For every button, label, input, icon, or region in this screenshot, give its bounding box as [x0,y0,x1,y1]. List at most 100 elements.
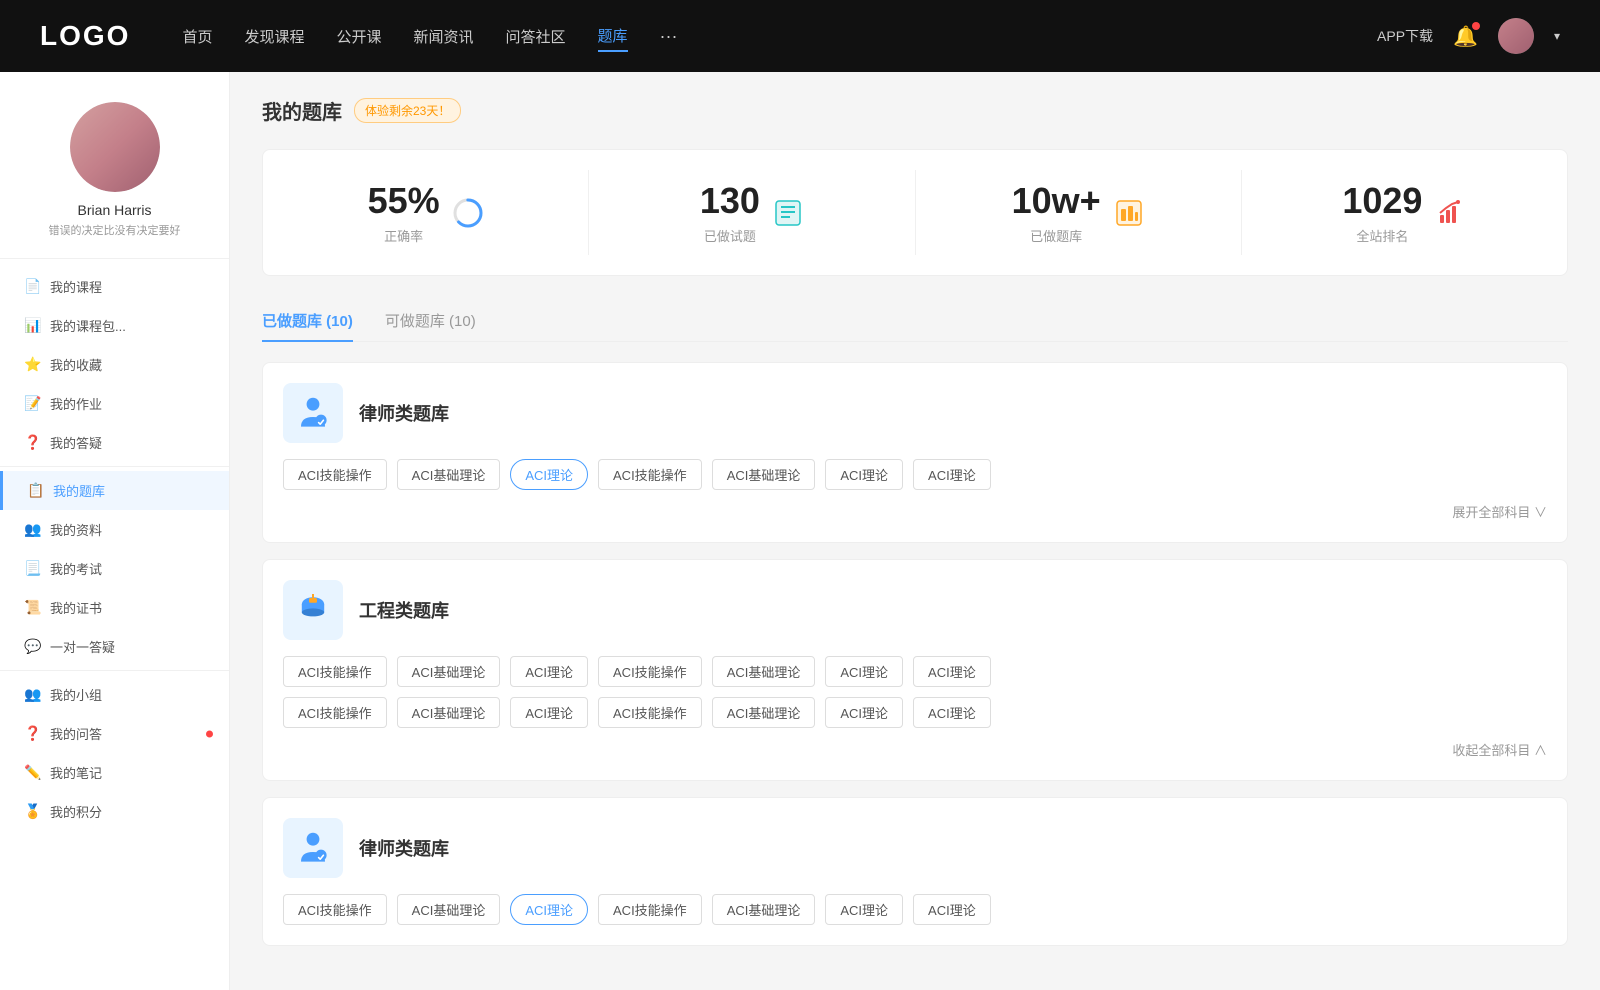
bank-tag[interactable]: ACI基础理论 [712,894,816,925]
bank-tag[interactable]: ACI技能操作 [598,894,702,925]
sidebar-item-qa[interactable]: ❓ 我的答疑 [0,423,229,462]
bank-tag[interactable]: ACI理论 [913,697,991,728]
questions-label: 已做试题 [700,226,760,245]
bank-tag[interactable]: ACI技能操作 [283,697,387,728]
stat-rank-content: 1029 全站排名 [1342,180,1422,245]
sidebar-item-label: 我的考试 [50,559,102,578]
stat-accuracy-content: 55% 正确率 [368,180,440,245]
bank-tag[interactable]: ACI理论 [913,459,991,490]
nav-news[interactable]: 新闻资讯 [414,22,474,51]
favorites-icon: ⭐ [24,356,40,373]
certificates-icon: 📜 [24,599,40,616]
sidebar-item-exams[interactable]: 📃 我的考试 [0,549,229,588]
bank-card-lawyer-2: 律师类题库 ACI技能操作 ACI基础理论 ACI理论 ACI技能操作 ACI基… [262,797,1568,946]
stat-banks-content: 10w+ 已做题库 [1012,180,1101,245]
groups-icon: 👥 [24,686,40,703]
top-navigation: LOGO 首页 发现课程 公开课 新闻资讯 问答社区 题库 ··· APP下载 … [0,0,1600,72]
profile-icon: 👥 [24,521,40,538]
bank-tag[interactable]: ACI理论 [825,459,903,490]
sidebar-item-notes[interactable]: ✏️ 我的笔记 [0,753,229,792]
accuracy-label: 正确率 [368,226,440,245]
sidebar-item-course-packages[interactable]: 📊 我的课程包... [0,306,229,345]
sidebar-item-homework[interactable]: 📝 我的作业 [0,384,229,423]
user-avatar[interactable] [1498,18,1534,54]
bank-tag[interactable]: ACI理论 [913,894,991,925]
bank-tag[interactable]: ACI技能操作 [283,459,387,490]
nav-discover[interactable]: 发现课程 [244,22,304,51]
nav-home[interactable]: 首页 [182,22,212,51]
bank-tag[interactable]: ACI理论 [825,656,903,687]
bank-tag[interactable]: ACI理论 [913,656,991,687]
bank-tag[interactable]: ACI理论 [510,697,588,728]
nav-open-course[interactable]: 公开课 [336,22,381,51]
bank-tag[interactable]: ACI技能操作 [598,459,702,490]
bank-footer-engineer: 收起全部科目 ∧ [283,740,1547,760]
question-bank-icon: 📋 [27,482,43,499]
page-header: 我的题库 体验剩余23天！ [262,96,1568,125]
sidebar-item-certificates[interactable]: 📜 我的证书 [0,588,229,627]
sidebar: Brian Harris 错误的决定比没有决定要好 📄 我的课程 📊 我的课程包… [0,72,230,990]
bank-tag[interactable]: ACI基础理论 [712,459,816,490]
sidebar-item-label: 我的作业 [50,394,102,413]
bank-tag[interactable]: ACI基础理论 [397,697,501,728]
bank-tag[interactable]: ACI基础理论 [712,656,816,687]
sidebar-item-one-on-one[interactable]: 💬 一对一答疑 [0,627,229,666]
bank-tag-active[interactable]: ACI理论 [510,894,588,925]
bank-tag[interactable]: ACI基础理论 [712,697,816,728]
expand-button-lawyer-1[interactable]: 展开全部科目 ∨ [1452,505,1547,520]
notification-bell[interactable]: 🔔 [1453,24,1478,49]
nav-qa[interactable]: 问答社区 [506,22,566,51]
bank-tag[interactable]: ACI基础理论 [397,656,501,687]
notification-dot [1472,22,1480,30]
stat-banks: 10w+ 已做题库 [916,170,1242,255]
packages-icon: 📊 [24,317,40,334]
sidebar-item-label: 我的积分 [50,802,102,821]
bank-tag[interactable]: ACI理论 [510,656,588,687]
logo: LOGO [40,20,130,52]
bank-header-lawyer-2: 律师类题库 [283,818,1547,878]
sidebar-item-my-courses[interactable]: 📄 我的课程 [0,267,229,306]
app-download-button[interactable]: APP下载 [1377,26,1433,46]
bank-tag[interactable]: ACI理论 [825,697,903,728]
collapse-button-engineer[interactable]: 收起全部科目 ∧ [1452,743,1547,758]
sidebar-item-label: 我的课程 [50,277,102,296]
bank-tag[interactable]: ACI理论 [825,894,903,925]
sidebar-item-groups[interactable]: 👥 我的小组 [0,675,229,714]
bank-tag[interactable]: ACI技能操作 [598,697,702,728]
tab-available-banks[interactable]: 可做题库 (10) [385,300,476,341]
bank-tag[interactable]: ACI基础理论 [397,459,501,490]
bank-tag[interactable]: ACI基础理论 [397,894,501,925]
sidebar-item-questions[interactable]: ❓ 我的问答 [0,714,229,753]
nav-more[interactable]: ··· [660,26,678,47]
bank-card-lawyer-1: 律师类题库 ACI技能操作 ACI基础理论 ACI理论 ACI技能操作 ACI基… [262,362,1568,543]
bank-tag-active[interactable]: ACI理论 [510,459,588,490]
sidebar-item-question-bank[interactable]: 📋 我的题库 [0,471,229,510]
user-menu-chevron[interactable]: ▾ [1554,29,1560,43]
sidebar-item-label: 我的问答 [50,724,102,743]
questions-icon: ❓ [24,725,40,742]
bank-tag[interactable]: ACI技能操作 [598,656,702,687]
accuracy-value: 55% [368,180,440,222]
banks-label: 已做题库 [1012,226,1101,245]
bank-tags-engineer-row2: ACI技能操作 ACI基础理论 ACI理论 ACI技能操作 ACI基础理论 AC… [283,697,1547,728]
sidebar-item-favorites[interactable]: ⭐ 我的收藏 [0,345,229,384]
bank-tag[interactable]: ACI技能操作 [283,894,387,925]
trial-badge: 体验剩余23天！ [354,98,461,123]
tab-done-banks[interactable]: 已做题库 (10) [262,300,353,341]
bank-header-engineer: 工程类题库 [283,580,1547,640]
sidebar-item-profile[interactable]: 👥 我的资料 [0,510,229,549]
one-on-one-icon: 💬 [24,638,40,655]
nav-right-section: APP下载 🔔 ▾ [1377,18,1560,54]
sidebar-item-label: 一对一答疑 [50,637,115,656]
bank-name-lawyer-1: 律师类题库 [359,400,449,426]
questions-dot [206,730,213,737]
sidebar-item-points[interactable]: 🏅 我的积分 [0,792,229,831]
stat-questions: 130 已做试题 [589,170,915,255]
sidebar-menu: 📄 我的课程 📊 我的课程包... ⭐ 我的收藏 📝 我的作业 ❓ 我的答疑 � [0,259,229,839]
bank-tags-lawyer-2: ACI技能操作 ACI基础理论 ACI理论 ACI技能操作 ACI基础理论 AC… [283,894,1547,925]
sidebar-item-label: 我的课程包... [50,316,126,335]
qa-icon: ❓ [24,434,40,451]
bank-tag[interactable]: ACI技能操作 [283,656,387,687]
sidebar-divider-1 [0,466,229,467]
nav-question-bank[interactable]: 题库 [598,21,628,52]
